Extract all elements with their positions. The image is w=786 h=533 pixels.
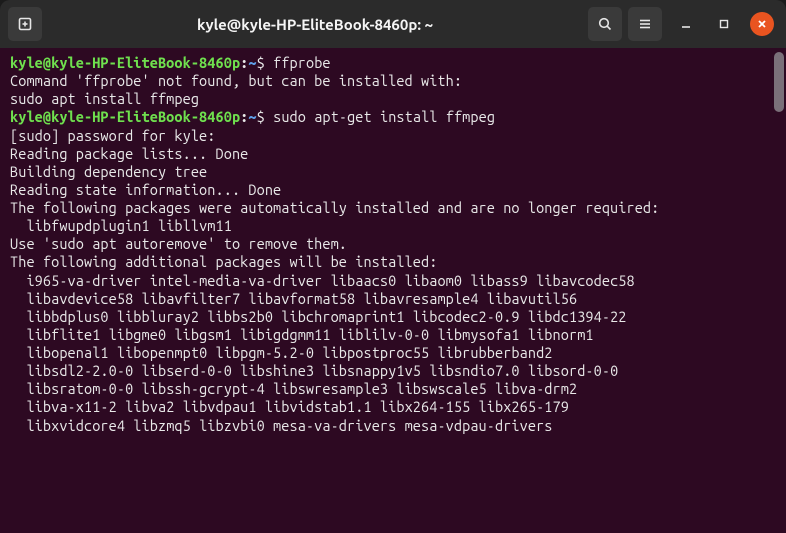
- output-line: sudo apt install ffmpeg: [10, 90, 776, 108]
- new-tab-icon: [17, 16, 33, 32]
- prompt-userhost: kyle@kyle-HP-EliteBook-8460p: [10, 108, 240, 125]
- prompt-cwd: ~: [248, 54, 256, 71]
- output-line: The following additional packages will b…: [10, 253, 776, 271]
- output-line: libva-x11-2 libva2 libvdpau1 libvidstab1…: [10, 398, 776, 416]
- minimize-icon: [680, 18, 692, 30]
- menu-button[interactable]: [628, 7, 662, 41]
- close-icon: [756, 18, 768, 30]
- scrollbar[interactable]: [774, 52, 784, 529]
- output-line: The following packages were automaticall…: [10, 199, 776, 217]
- output-line: Building dependency tree: [10, 163, 776, 181]
- output-line: libfwupdplugin1 libllvm11: [10, 217, 776, 235]
- output-line: libopenal1 libopenmpt0 libpgm-5.2-0 libp…: [10, 344, 776, 362]
- output-line: libsdl2-2.0-0 libserd-0-0 libshine3 libs…: [10, 362, 776, 380]
- command-1: ffprobe: [273, 54, 331, 71]
- maximize-button[interactable]: [712, 12, 736, 36]
- output-line: i965-va-driver intel-media-va-driver lib…: [10, 272, 776, 290]
- titlebar: kyle@kyle-HP-EliteBook-8460p: ~: [0, 0, 786, 48]
- prompt-userhost: kyle@kyle-HP-EliteBook-8460p: [10, 54, 240, 71]
- minimize-button[interactable]: [674, 12, 698, 36]
- output-line: libavdevice58 libavfilter7 libavformat58…: [10, 290, 776, 308]
- command-2: sudo apt-get install ffmpeg: [273, 108, 495, 125]
- search-button[interactable]: [588, 7, 622, 41]
- output-line: Use 'sudo apt autoremove' to remove them…: [10, 235, 776, 253]
- maximize-icon: [718, 18, 730, 30]
- search-icon: [597, 16, 613, 32]
- output-line: libxvidcore4 libzmq5 libzvbi0 mesa-va-dr…: [10, 417, 776, 435]
- prompt-line-2: kyle@kyle-HP-EliteBook-8460p:~$ sudo apt…: [10, 108, 776, 126]
- terminal-body[interactable]: kyle@kyle-HP-EliteBook-8460p:~$ ffprobe …: [0, 48, 786, 533]
- new-tab-button[interactable]: [8, 7, 42, 41]
- prompt-cwd: ~: [248, 108, 256, 125]
- output-line: libflite1 libgme0 libgsm1 libigdgmm11 li…: [10, 326, 776, 344]
- output-line: libsratom-0-0 libssh-gcrypt-4 libswresam…: [10, 380, 776, 398]
- output-line: Reading state information... Done: [10, 181, 776, 199]
- output-line: Command 'ffprobe' not found, but can be …: [10, 72, 776, 90]
- close-button[interactable]: [750, 12, 774, 36]
- hamburger-icon: [637, 16, 653, 32]
- prompt-line-1: kyle@kyle-HP-EliteBook-8460p:~$ ffprobe: [10, 54, 776, 72]
- prompt-symbol: $: [257, 108, 265, 125]
- output-line: libbdplus0 libbluray2 libbs2b0 libchroma…: [10, 308, 776, 326]
- window-title: kyle@kyle-HP-EliteBook-8460p: ~: [48, 16, 582, 33]
- prompt-symbol: $: [257, 54, 265, 71]
- output-line: Reading package lists... Done: [10, 145, 776, 163]
- scrollbar-thumb[interactable]: [774, 52, 784, 112]
- window-controls: [674, 12, 774, 36]
- output-line: [sudo] password for kyle:: [10, 127, 776, 145]
